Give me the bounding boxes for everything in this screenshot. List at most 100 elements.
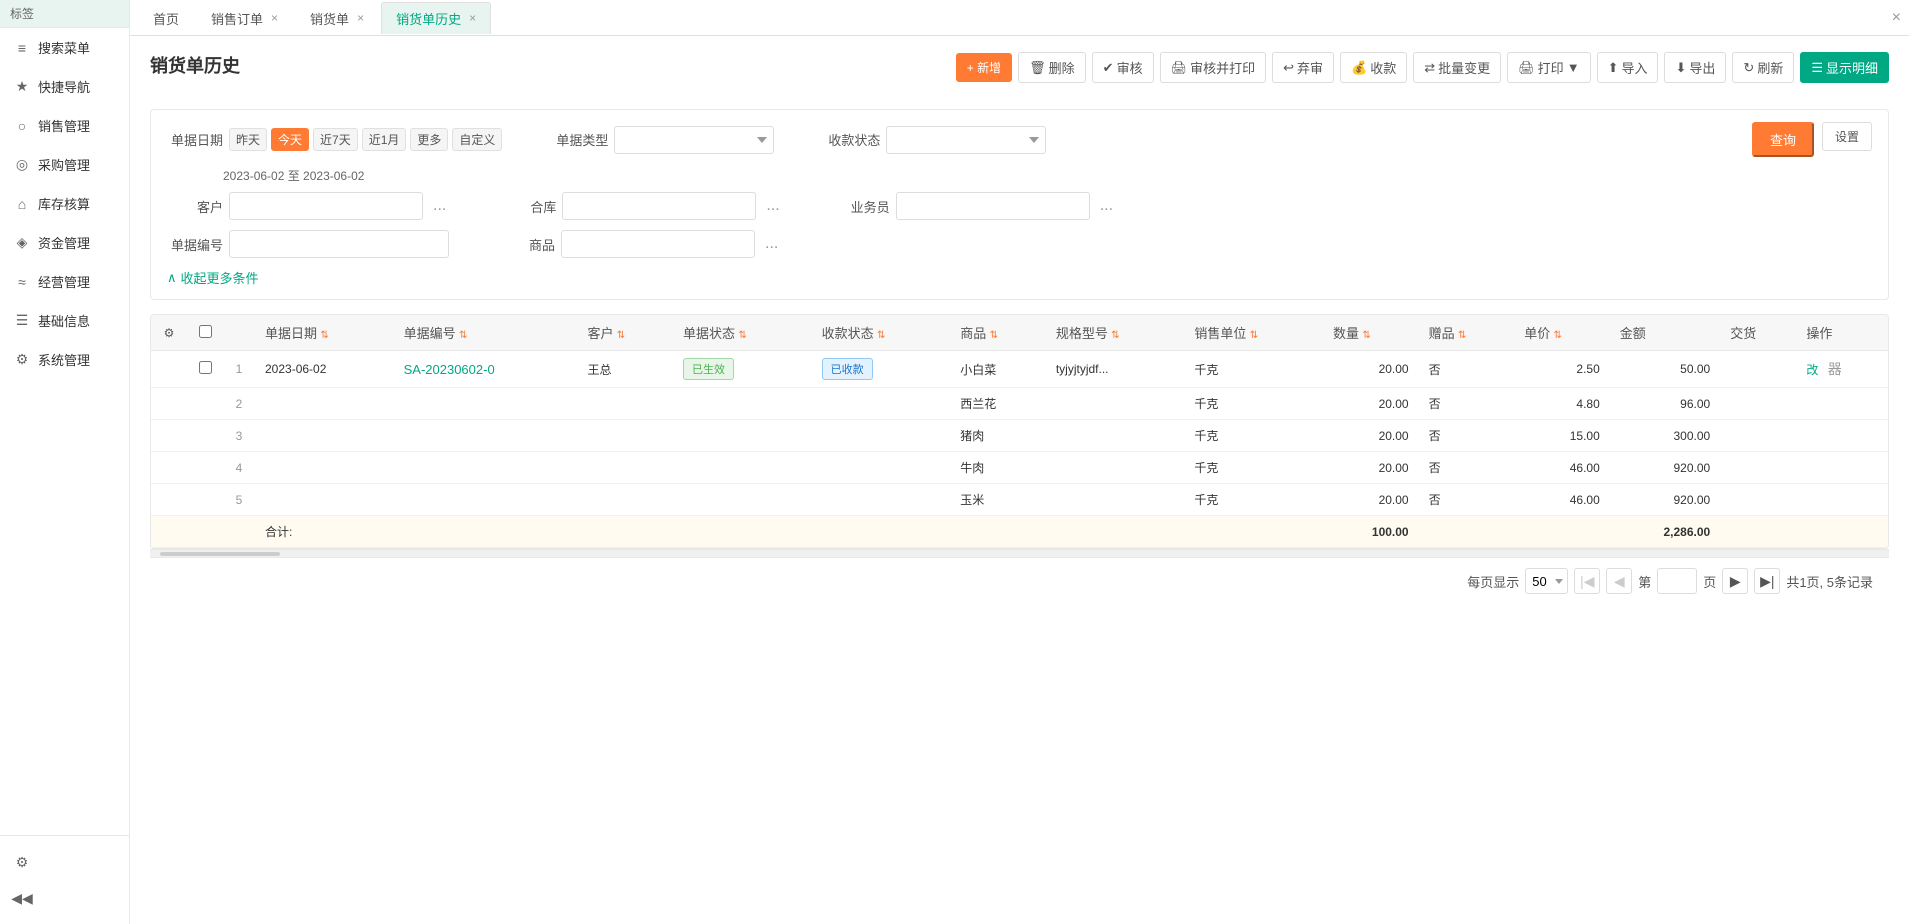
collect-button[interactable]: 💰 收款 xyxy=(1340,52,1407,83)
col-payment-status[interactable]: 收款状态 ⇅ xyxy=(812,315,951,351)
row1-edit-action[interactable]: 改 xyxy=(1806,363,1818,377)
refresh-button[interactable]: ↻ 刷新 xyxy=(1732,52,1794,83)
product-ellipsis[interactable]: ... xyxy=(761,235,782,253)
tab-sales-delivery[interactable]: 销货单 × xyxy=(295,2,379,34)
row5-doc-number xyxy=(394,484,578,516)
col-gift[interactable]: 赠品 ⇅ xyxy=(1419,315,1515,351)
row1-doc-number-link[interactable]: SA-20230602-0 xyxy=(404,362,495,377)
row1-more-action[interactable]: 器 xyxy=(1828,361,1842,377)
star-icon: ★ xyxy=(14,79,30,95)
payment-status-select[interactable] xyxy=(886,126,1046,154)
row3-checkbox[interactable] xyxy=(187,420,223,452)
warehouse-input[interactable] xyxy=(562,192,756,220)
export-button[interactable]: ⬇ 导出 xyxy=(1664,52,1726,83)
page-number-input[interactable]: 1 xyxy=(1657,568,1697,594)
sidebar-item-system-mgmt[interactable]: ⚙ 系统管理 xyxy=(0,340,129,379)
table-header-row: ⚙ 单据日期 ⇅ 单据编号 ⇅ 客户 ⇅ xyxy=(151,315,1888,351)
next-page-btn[interactable]: ▶ xyxy=(1722,568,1748,594)
row2-checkbox[interactable] xyxy=(187,388,223,420)
show-detail-button[interactable]: ☰ 显示明细 xyxy=(1800,52,1889,83)
summary-total-quantity: 100.00 xyxy=(1323,516,1419,548)
select-all-checkbox[interactable] xyxy=(199,325,212,338)
row1-doc-number[interactable]: SA-20230602-0 xyxy=(394,351,578,388)
sort-icon-payment-status: ⇅ xyxy=(877,330,885,341)
batch-change-button[interactable]: ⇄ 批量变更 xyxy=(1413,52,1501,83)
per-page-select[interactable]: 50 xyxy=(1525,568,1568,594)
sidebar-item-label: 基础信息 xyxy=(38,311,90,330)
tab-sales-history[interactable]: 销货单历史 × xyxy=(381,2,491,34)
row1-checkbox[interactable] xyxy=(187,351,223,388)
first-page-btn[interactable]: |◀ xyxy=(1574,568,1600,594)
row4-checkbox[interactable] xyxy=(187,452,223,484)
row5-doc-status xyxy=(673,484,812,516)
sidebar-item-quick-nav[interactable]: ★ 快捷导航 xyxy=(0,67,129,106)
prev-page-btn[interactable]: ◀ xyxy=(1606,568,1632,594)
audit-button[interactable]: ✔ 审核 xyxy=(1092,52,1154,83)
export-icon: ⬇ xyxy=(1675,60,1686,76)
warehouse-ellipsis[interactable]: ... xyxy=(762,197,783,215)
tab-home[interactable]: 首页 xyxy=(138,2,194,34)
product-input[interactable] xyxy=(561,230,755,258)
row1-select[interactable] xyxy=(199,361,212,374)
col-customer[interactable]: 客户 ⇅ xyxy=(577,315,673,351)
col-product[interactable]: 商品 ⇅ xyxy=(950,315,1046,351)
sidebar-item-inventory[interactable]: ⌂ 库存核算 xyxy=(0,184,129,223)
col-unit-price[interactable]: 单价 ⇅ xyxy=(1514,315,1610,351)
row3-doc-number xyxy=(394,420,578,452)
sidebar-item-purchase-mgmt[interactable]: ◎ 采购管理 xyxy=(0,145,129,184)
print-button[interactable]: 🖨 打印 ▼ xyxy=(1507,52,1590,83)
delete-button[interactable]: 🗑 删除 xyxy=(1018,52,1086,83)
row3-doc-status xyxy=(673,420,812,452)
sidebar-item-finance[interactable]: ◈ 资金管理 xyxy=(0,223,129,262)
sidebar-item-operations[interactable]: ≈ 经营管理 xyxy=(0,262,129,301)
date-yesterday-btn[interactable]: 昨天 xyxy=(229,128,267,151)
import-icon: ⬆ xyxy=(1608,60,1619,76)
col-quantity[interactable]: 数量 ⇅ xyxy=(1323,315,1419,351)
date-7days-btn[interactable]: 近7天 xyxy=(313,128,358,151)
customer-input[interactable] xyxy=(229,192,423,220)
scroll-area[interactable] xyxy=(150,549,1889,557)
setting-button[interactable]: 设置 xyxy=(1822,122,1872,151)
date-today-btn[interactable]: 今天 xyxy=(271,128,309,151)
date-1month-btn[interactable]: 近1月 xyxy=(362,128,407,151)
salesperson-ellipsis[interactable]: ... xyxy=(1096,197,1117,215)
sidebar-item-basic-info[interactable]: ☰ 基础信息 xyxy=(0,301,129,340)
doc-type-select[interactable] xyxy=(614,126,774,154)
import-button[interactable]: ⬆ 导入 xyxy=(1597,52,1659,83)
tab-sales-order-close[interactable]: × xyxy=(271,11,278,25)
date-more-btn[interactable]: 更多 xyxy=(410,128,448,151)
col-doc-date[interactable]: 单据日期 ⇅ xyxy=(255,315,394,351)
col-settings[interactable]: ⚙ xyxy=(151,315,187,351)
row3-doc-date xyxy=(255,420,394,452)
sort-icon-product: ⇅ xyxy=(990,330,998,341)
sidebar-collapse-btn[interactable]: ◀◀ xyxy=(0,880,129,916)
col-sales-unit[interactable]: 销售单位 ⇅ xyxy=(1184,315,1323,351)
tab-sales-order[interactable]: 销售订单 × xyxy=(196,2,293,34)
col-checkbox[interactable] xyxy=(187,315,223,351)
row2-sales-unit: 千克 xyxy=(1184,388,1323,420)
last-page-btn[interactable]: ▶| xyxy=(1754,568,1780,594)
sidebar-item-sales-mgmt[interactable]: ○ 销售管理 xyxy=(0,106,129,145)
row3-actions xyxy=(1796,420,1888,452)
tabbar-close-all[interactable]: × xyxy=(1892,9,1901,27)
customer-ellipsis[interactable]: ... xyxy=(429,197,450,215)
filter-salesperson: 业务员 ... xyxy=(834,192,1117,220)
date-custom-btn[interactable]: 自定义 xyxy=(452,128,502,151)
row4-num: 4 xyxy=(223,452,255,484)
sidebar-bottom-settings[interactable]: ⚙ xyxy=(0,844,129,880)
doc-number-input[interactable] xyxy=(229,230,449,258)
abandon-button[interactable]: ↩ 弃审 xyxy=(1272,52,1334,83)
col-doc-number[interactable]: 单据编号 ⇅ xyxy=(394,315,578,351)
sidebar-item-search-menu[interactable]: ≡ 搜索菜单 xyxy=(0,28,129,67)
salesperson-input[interactable] xyxy=(896,192,1090,220)
col-spec-type[interactable]: 规格型号 ⇅ xyxy=(1046,315,1185,351)
audit-print-button[interactable]: 🖨 审核并打印 xyxy=(1160,52,1267,83)
new-button[interactable]: + 新增 xyxy=(956,53,1012,82)
row5-checkbox[interactable] xyxy=(187,484,223,516)
tab-sales-history-close[interactable]: × xyxy=(469,11,476,25)
query-button[interactable]: 查询 xyxy=(1752,122,1814,157)
scroll-thumb[interactable] xyxy=(160,552,280,556)
collapse-filter-btn[interactable]: ∧ 收起更多条件 xyxy=(167,268,1872,287)
col-doc-status[interactable]: 单据状态 ⇅ xyxy=(673,315,812,351)
tab-sales-delivery-close[interactable]: × xyxy=(357,11,364,25)
